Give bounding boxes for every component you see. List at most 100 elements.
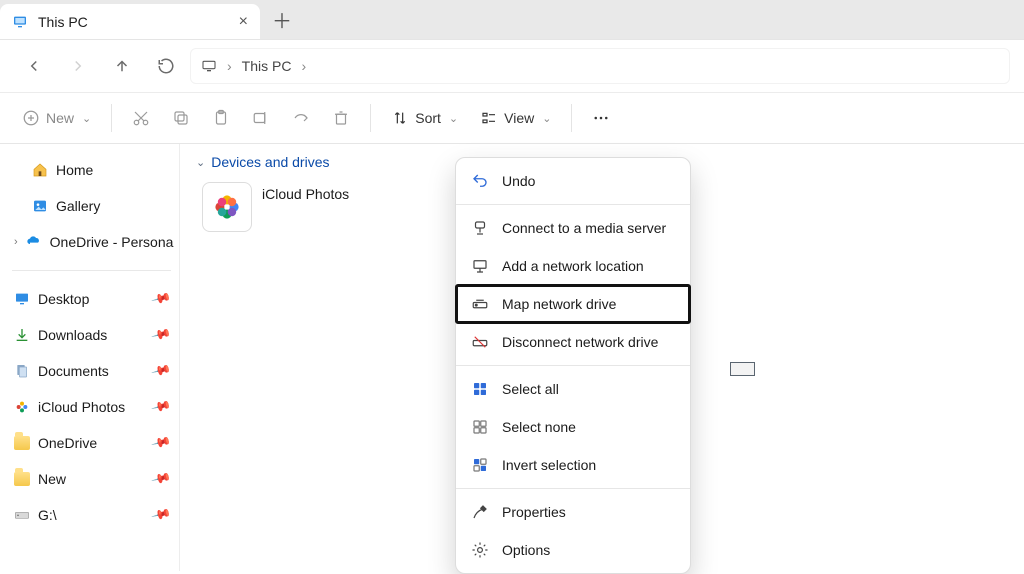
menu-separator <box>456 488 690 489</box>
menu-separator <box>456 204 690 205</box>
network-location-icon <box>470 256 490 276</box>
sidebar-item-onedrive[interactable]: › OneDrive - Persona <box>8 224 175 260</box>
menu-item-select-none[interactable]: Select none <box>456 408 690 446</box>
plus-circle-icon <box>22 109 40 127</box>
sidebar-label: Home <box>56 162 93 178</box>
menu-item-label: Options <box>502 542 550 558</box>
address-bar[interactable]: › This PC › <box>190 48 1010 84</box>
menu-item-label: Map network drive <box>502 296 616 312</box>
cut-button[interactable] <box>122 98 160 138</box>
sidebar-item-desktop[interactable]: Desktop 📌 <box>8 281 175 317</box>
up-button[interactable] <box>102 46 142 86</box>
select-none-icon <box>470 417 490 437</box>
more-button[interactable] <box>582 98 620 138</box>
sidebar-label: New <box>38 471 66 487</box>
map-drive-icon <box>470 294 490 314</box>
menu-item-disconnect-network-drive[interactable]: Disconnect network drive <box>456 323 690 361</box>
navigation-pane[interactable]: Home Gallery › OneDrive - Persona Deskto… <box>0 144 180 571</box>
this-pc-icon <box>201 58 217 74</box>
sort-button[interactable]: Sort ⌄ <box>381 98 468 138</box>
menu-item-label: Select all <box>502 381 559 397</box>
menu-item-label: Disconnect network drive <box>502 334 658 350</box>
menu-item-label: Invert selection <box>502 457 596 473</box>
menu-separator <box>456 365 690 366</box>
invert-selection-icon <box>470 455 490 475</box>
menu-item-label: Connect to a media server <box>502 220 666 236</box>
menu-item-undo[interactable]: Undo <box>456 162 690 200</box>
folder-icon <box>14 435 30 451</box>
sidebar-item-onedrive-folder[interactable]: OneDrive 📌 <box>8 425 175 461</box>
pin-icon: 📌 <box>150 468 172 490</box>
sidebar-label: Desktop <box>38 291 89 307</box>
menu-item-map-network-drive[interactable]: Map network drive <box>456 285 690 323</box>
media-server-icon <box>470 218 490 238</box>
delete-button[interactable] <box>322 98 360 138</box>
share-button[interactable] <box>282 98 320 138</box>
menu-item-invert-selection[interactable]: Invert selection <box>456 446 690 484</box>
pin-icon: 📌 <box>150 288 172 310</box>
trash-icon <box>332 109 350 127</box>
sidebar-item-home[interactable]: Home <box>8 152 175 188</box>
pin-icon: 📌 <box>150 360 172 382</box>
rename-button[interactable] <box>242 98 280 138</box>
paste-button[interactable] <box>202 98 240 138</box>
chevron-down-icon: ⌄ <box>542 112 551 125</box>
sidebar-item-documents[interactable]: Documents 📌 <box>8 353 175 389</box>
menu-item-add-network-location[interactable]: Add a network location <box>456 247 690 285</box>
new-button[interactable]: New ⌄ <box>12 98 101 138</box>
rename-icon <box>252 109 270 127</box>
gear-icon <box>470 540 490 560</box>
toolbar-divider <box>370 104 371 132</box>
sidebar-item-icloud-photos[interactable]: iCloud Photos 📌 <box>8 389 175 425</box>
drive-label: iCloud Photos <box>262 182 349 202</box>
address-row: › This PC › <box>0 40 1024 92</box>
sidebar-label: G:\ <box>38 507 57 523</box>
menu-item-properties[interactable]: Properties <box>456 493 690 531</box>
menu-item-connect-media[interactable]: Connect to a media server <box>456 209 690 247</box>
photos-icon <box>14 399 30 415</box>
titlebar: This PC × ＋ <box>0 0 1024 40</box>
tab-close-button[interactable]: × <box>239 13 248 31</box>
sidebar-item-gallery[interactable]: Gallery <box>8 188 175 224</box>
desktop-icon <box>14 291 30 307</box>
chevron-down-icon[interactable]: ⌄ <box>196 156 205 169</box>
menu-item-options[interactable]: Options <box>456 531 690 569</box>
breadcrumb-current[interactable]: This PC <box>242 58 292 74</box>
documents-icon <box>14 363 30 379</box>
menu-item-select-all[interactable]: Select all <box>456 370 690 408</box>
menu-item-label: Select none <box>502 419 576 435</box>
sidebar-item-new-folder[interactable]: New 📌 <box>8 461 175 497</box>
new-button-label: New <box>46 110 74 126</box>
sort-button-label: Sort <box>415 110 441 126</box>
cut-icon <box>132 109 150 127</box>
gallery-icon <box>32 198 48 214</box>
sort-icon <box>391 109 409 127</box>
toolbar-divider <box>571 104 572 132</box>
sidebar-label: Gallery <box>56 198 100 214</box>
tab-title: This PC <box>38 14 229 30</box>
copy-icon <box>172 109 190 127</box>
share-icon <box>292 109 310 127</box>
view-button[interactable]: View ⌄ <box>470 98 561 138</box>
select-all-icon <box>470 379 490 399</box>
forward-button[interactable] <box>58 46 98 86</box>
more-icon <box>592 109 610 127</box>
toolbar-divider <box>111 104 112 132</box>
menu-item-label: Properties <box>502 504 566 520</box>
breadcrumb-separator: › <box>301 58 306 74</box>
sidebar-label: Documents <box>38 363 109 379</box>
paste-icon <box>212 109 230 127</box>
back-button[interactable] <box>14 46 54 86</box>
sidebar-item-g-drive[interactable]: G:\ 📌 <box>8 497 175 533</box>
folder-icon <box>14 471 30 487</box>
new-tab-button[interactable]: ＋ <box>260 0 304 39</box>
home-icon <box>32 162 48 178</box>
sidebar-label: iCloud Photos <box>38 399 125 415</box>
sidebar-item-downloads[interactable]: Downloads 📌 <box>8 317 175 353</box>
sidebar-separator <box>12 270 171 271</box>
copy-button[interactable] <box>162 98 200 138</box>
window-tab[interactable]: This PC × <box>0 4 260 39</box>
pin-icon: 📌 <box>150 324 172 346</box>
chevron-right-icon[interactable]: › <box>14 236 18 248</box>
refresh-button[interactable] <box>146 46 186 86</box>
